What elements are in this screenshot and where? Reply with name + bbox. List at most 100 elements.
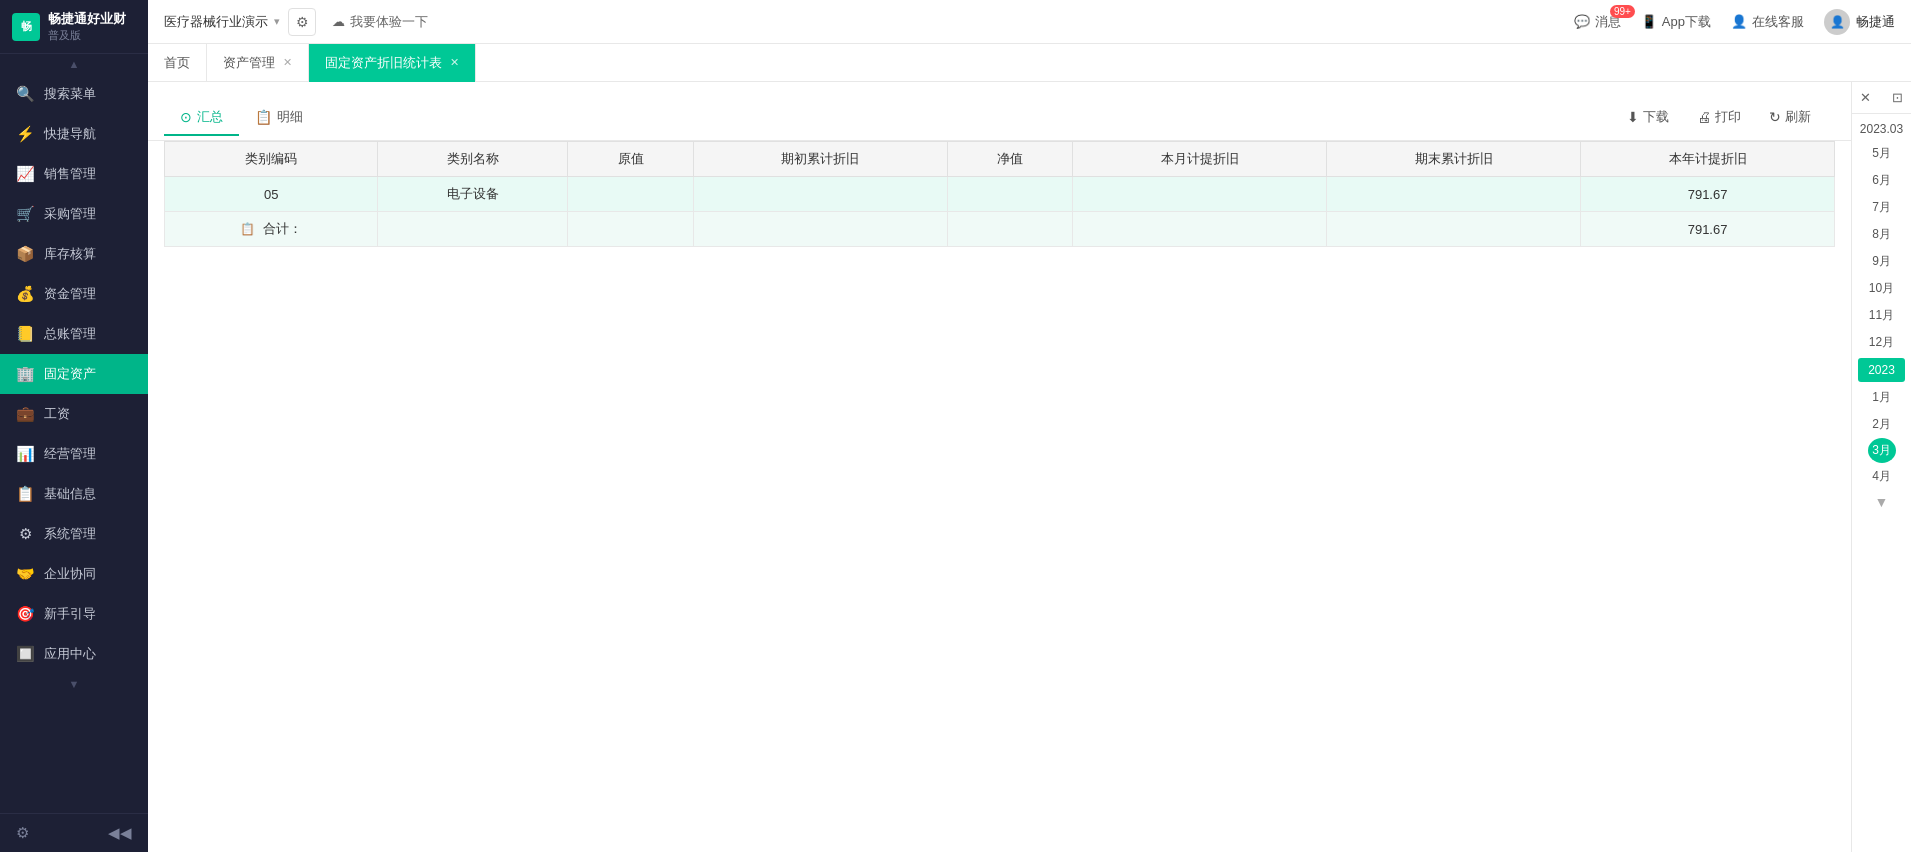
sidebar-item-inventory[interactable]: 📦 库存核算 (0, 234, 148, 274)
sidebar-item-cooperation[interactable]: 🤝 企业协同 (0, 554, 148, 594)
total-label-cell: 📋 合计： (165, 212, 378, 247)
right-panel-close-button[interactable]: ✕ (1860, 90, 1871, 105)
topbar-settings-button[interactable]: ⚙ (288, 8, 316, 36)
app-download-button[interactable]: 📱 App下载 (1641, 13, 1711, 31)
sidebar-header: 畅 畅捷通好业财 普及版 (0, 0, 148, 54)
month-item-1[interactable]: 1月 (1852, 384, 1911, 411)
sidebar-item-label: 总账管理 (44, 325, 96, 343)
sidebar-item-label: 固定资产 (44, 365, 96, 383)
experience-button[interactable]: ☁ 我要体验一下 (332, 13, 428, 31)
total-yearly-depre-empty (1327, 212, 1581, 247)
sidebar-item-salary[interactable]: 💼 工资 (0, 394, 148, 434)
tab-fixed-assets-close[interactable]: ✕ (450, 56, 459, 69)
right-panel-expand-button[interactable]: ⊡ (1892, 90, 1903, 105)
user-info[interactable]: 👤 畅捷通 (1824, 9, 1895, 35)
depreciation-table: 类别编码 类别名称 原值 期初累计折旧 净值 本月计提折旧 期末累计折旧 本年计… (164, 141, 1835, 247)
sidebar-item-label: 企业协同 (44, 565, 96, 583)
total-yearly-depre: 791.67 (1581, 212, 1835, 247)
username: 畅捷通 (1856, 13, 1895, 31)
sidebar-item-label: 经营管理 (44, 445, 96, 463)
month-item-2[interactable]: 2月 (1852, 411, 1911, 438)
sub-tabs: ⊙ 汇总 📋 明细 ⬇ 下载 🖨 打印 (148, 82, 1851, 141)
settings-icon[interactable]: ⚙ (16, 824, 29, 842)
sidebar-item-quick-nav[interactable]: ⚡ 快捷导航 (0, 114, 148, 154)
sidebar-item-label: 快捷导航 (44, 125, 96, 143)
sidebar-item-funds[interactable]: 💰 资金管理 (0, 274, 148, 314)
scroll-down-indicator: ▼ (0, 674, 148, 694)
summary-icon: ⊙ (180, 109, 192, 125)
total-period-end-accum (1073, 212, 1327, 247)
right-panel: ✕ ⊡ 2023.03 5月 6月 7月 8月 9月 10月 11月 12月 2… (1851, 82, 1911, 852)
cell-name: 电子设备 (378, 177, 568, 212)
guide-icon: 🎯 (16, 605, 34, 623)
tab-fixed-assets-table[interactable]: 固定资产折旧统计表 ✕ (309, 44, 476, 82)
sidebar-item-label: 库存核算 (44, 245, 96, 263)
sidebar-item-search[interactable]: 🔍 搜索菜单 (0, 74, 148, 114)
salary-icon: 💼 (16, 405, 34, 423)
table-toolbar: ⬇ 下载 🖨 打印 ↻ 刷新 (1603, 94, 1835, 140)
inventory-icon: 📦 (16, 245, 34, 263)
sidebar-item-label: 系统管理 (44, 525, 96, 543)
main-content: ⊙ 汇总 📋 明细 ⬇ 下载 🖨 打印 (148, 82, 1851, 852)
app-edition: 普及版 (48, 28, 126, 43)
print-button[interactable]: 🖨 打印 (1689, 104, 1749, 130)
tab-assets-mgmt[interactable]: 资产管理 ✕ (207, 44, 309, 82)
right-panel-header: ✕ ⊡ (1852, 82, 1911, 114)
online-support-button[interactable]: 👤 在线客服 (1731, 13, 1804, 31)
sidebar-item-app-center[interactable]: 🔲 应用中心 (0, 634, 148, 674)
sidebar-item-purchase[interactable]: 🛒 采购管理 (0, 194, 148, 234)
download-button[interactable]: ⬇ 下载 (1619, 104, 1677, 130)
refresh-btn-icon: ↻ (1769, 109, 1781, 125)
col-name: 类别名称 (378, 142, 568, 177)
year-2023-label[interactable]: 2023 (1858, 358, 1905, 382)
month-item-3-active[interactable]: 3月 (1868, 438, 1896, 463)
month-item-8[interactable]: 8月 (1852, 221, 1911, 248)
sub-tab-detail[interactable]: 📋 明细 (239, 100, 319, 136)
app-title-block: 畅捷通好业财 普及版 (48, 10, 126, 43)
tab-assets-mgmt-label: 资产管理 (223, 54, 275, 72)
sidebar-nav: ▲ 🔍 搜索菜单 ⚡ 快捷导航 📈 销售管理 🛒 采购管理 📦 库存核算 💰 资… (0, 54, 148, 813)
month-item-6[interactable]: 6月 (1852, 167, 1911, 194)
sidebar-item-fixed-assets[interactable]: 🏢 固定资产 (0, 354, 148, 394)
sidebar-item-sales[interactable]: 📈 销售管理 (0, 154, 148, 194)
sidebar-item-label: 应用中心 (44, 645, 96, 663)
company-selector[interactable]: 医疗器械行业演示 ▾ (164, 13, 280, 31)
ledger-icon: 📒 (16, 325, 34, 343)
sidebar-item-guide[interactable]: 🎯 新手引导 (0, 594, 148, 634)
sidebar-item-system[interactable]: ⚙ 系统管理 (0, 514, 148, 554)
month-item-9[interactable]: 9月 (1852, 248, 1911, 275)
print-btn-icon: 🖨 (1697, 109, 1711, 125)
basic-info-icon: 📋 (16, 485, 34, 503)
sidebar-item-basic-info[interactable]: 📋 基础信息 (0, 474, 148, 514)
scroll-down-button[interactable]: ▼ (1852, 490, 1911, 514)
download-icon: 📱 (1641, 14, 1657, 29)
collapse-sidebar-button[interactable]: ◀◀ (108, 824, 132, 842)
sidebar-item-label: 搜索菜单 (44, 85, 96, 103)
refresh-button[interactable]: ↻ 刷新 (1761, 104, 1819, 130)
company-name: 医疗器械行业演示 (164, 13, 268, 31)
tab-assets-mgmt-close[interactable]: ✕ (283, 56, 292, 69)
col-initial-accum: 期初累计折旧 (693, 142, 947, 177)
sidebar-item-operations[interactable]: 📊 经营管理 (0, 434, 148, 474)
table-container: 类别编码 类别名称 原值 期初累计折旧 净值 本月计提折旧 期末累计折旧 本年计… (148, 141, 1851, 852)
sidebar-item-ledger[interactable]: 📒 总账管理 (0, 314, 148, 354)
cell-original (568, 177, 694, 212)
month-item-10[interactable]: 10月 (1852, 275, 1911, 302)
tab-home[interactable]: 首页 (148, 44, 207, 82)
month-item-5[interactable]: 5月 (1852, 140, 1911, 167)
col-yearly-depre: 本年计提折旧 (1581, 142, 1835, 177)
sub-tab-summary[interactable]: ⊙ 汇总 (164, 100, 239, 136)
table-row: 05 电子设备 791.67 (165, 177, 1835, 212)
cell-initial-accum (693, 177, 947, 212)
messages-button[interactable]: 💬 消息 99+ (1574, 13, 1621, 31)
month-item-12[interactable]: 12月 (1852, 329, 1911, 356)
sub-tab-detail-label: 明细 (277, 108, 303, 126)
app-logo: 畅 (12, 13, 40, 41)
support-icon: 👤 (1731, 14, 1747, 29)
month-item-7[interactable]: 7月 (1852, 194, 1911, 221)
month-item-11[interactable]: 11月 (1852, 302, 1911, 329)
cell-period-end-accum (1327, 177, 1581, 212)
tabs-bar: 首页 资产管理 ✕ 固定资产折旧统计表 ✕ (148, 44, 1911, 82)
purchase-icon: 🛒 (16, 205, 34, 223)
month-item-4[interactable]: 4月 (1852, 463, 1911, 490)
